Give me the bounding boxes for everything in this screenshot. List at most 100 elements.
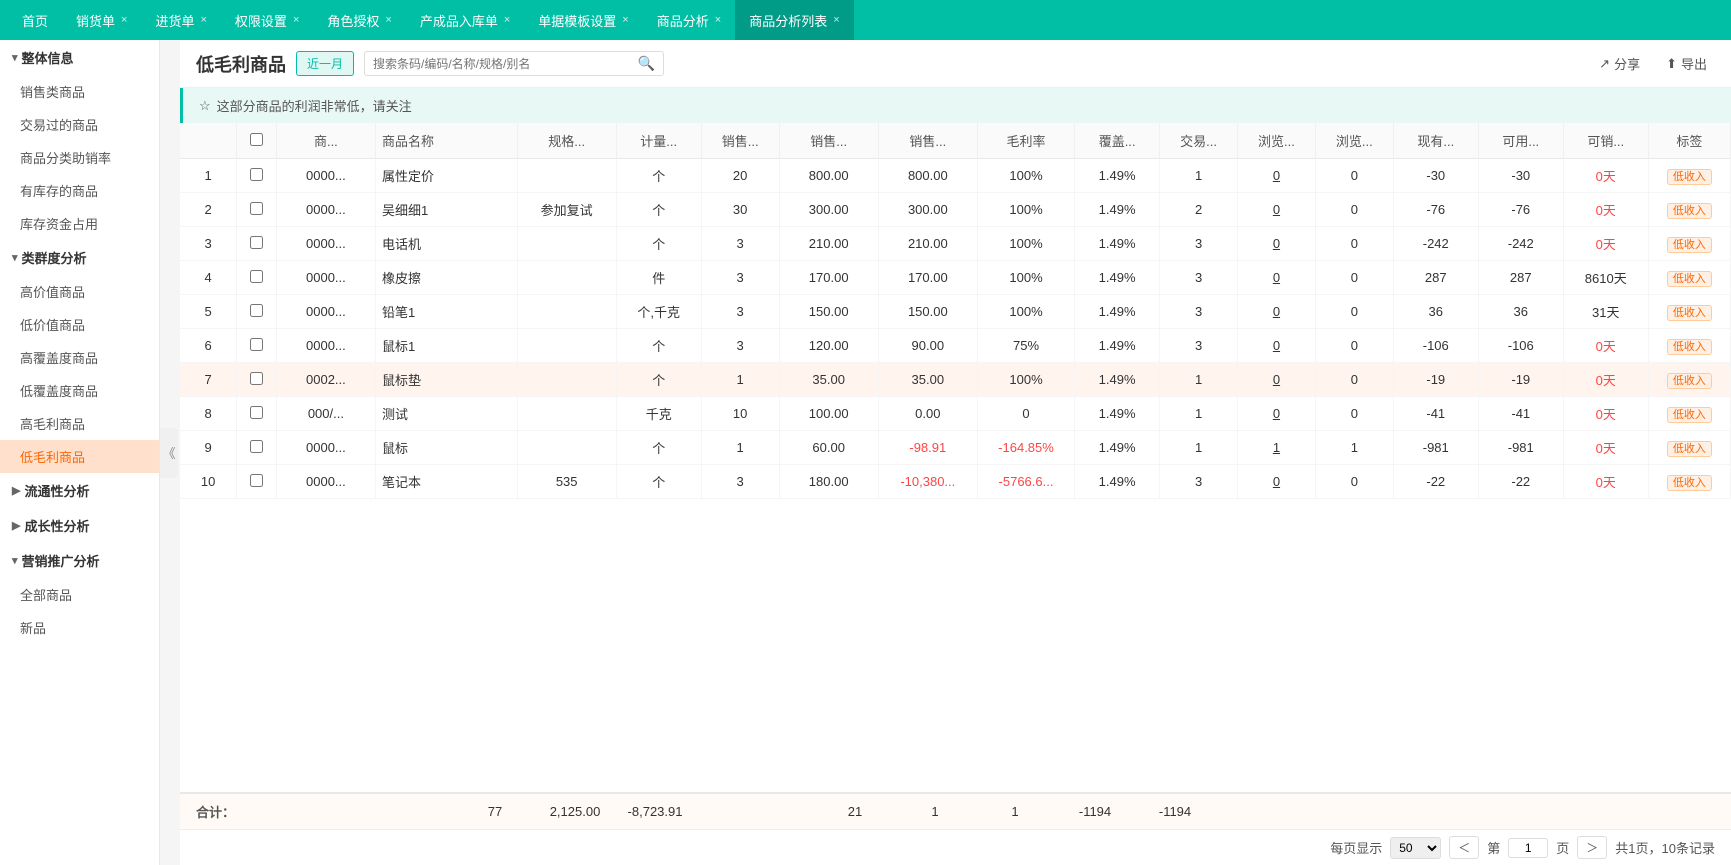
row-view1[interactable]: 0 bbox=[1238, 159, 1316, 193]
th-name[interactable]: 商品名称 bbox=[375, 123, 517, 159]
view1-link[interactable]: 0 bbox=[1273, 168, 1280, 183]
view1-link[interactable]: 0 bbox=[1273, 406, 1280, 421]
next-page-button[interactable]: ＞ bbox=[1577, 836, 1607, 859]
sidebar-item-inventory-capital[interactable]: 库存资金占用 bbox=[0, 207, 159, 240]
search-input[interactable] bbox=[373, 57, 638, 71]
row-view1[interactable]: 0 bbox=[1238, 261, 1316, 295]
sidebar-item-sales-products[interactable]: 销售类商品 bbox=[0, 75, 159, 108]
row-view1[interactable]: 1 bbox=[1238, 431, 1316, 465]
row-checkbox-cell[interactable] bbox=[237, 465, 277, 499]
th-sale-price[interactable]: 销售... bbox=[779, 123, 878, 159]
sidebar-item-all-products[interactable]: 全部商品 bbox=[0, 578, 159, 611]
th-view1[interactable]: 浏览... bbox=[1238, 123, 1316, 159]
row-view1[interactable]: 0 bbox=[1238, 329, 1316, 363]
row-checkbox-cell[interactable] bbox=[237, 193, 277, 227]
th-code[interactable]: 商... bbox=[276, 123, 375, 159]
row-checkbox[interactable] bbox=[250, 474, 263, 487]
row-checkbox[interactable] bbox=[250, 270, 263, 283]
view1-link[interactable]: 1 bbox=[1273, 440, 1280, 455]
prev-page-button[interactable]: ＜ bbox=[1449, 836, 1479, 859]
row-view1[interactable]: 0 bbox=[1238, 295, 1316, 329]
row-checkbox-cell[interactable] bbox=[237, 431, 277, 465]
sidebar-item-low-coverage[interactable]: 低覆盖度商品 bbox=[0, 374, 159, 407]
row-checkbox-cell[interactable] bbox=[237, 159, 277, 193]
view1-link[interactable]: 0 bbox=[1273, 236, 1280, 251]
close-icon[interactable]: × bbox=[121, 14, 127, 26]
th-cover-rate[interactable]: 覆盖... bbox=[1075, 123, 1160, 159]
th-trade-count[interactable]: 交易... bbox=[1160, 123, 1238, 159]
nav-home[interactable]: 首页 bbox=[8, 0, 62, 40]
th-spec[interactable]: 规格... bbox=[517, 123, 616, 159]
th-tag[interactable]: 标签 bbox=[1648, 123, 1730, 159]
row-checkbox-cell[interactable] bbox=[237, 397, 277, 431]
share-button[interactable]: ↗ 分享 bbox=[1591, 50, 1648, 77]
view1-link[interactable]: 0 bbox=[1273, 270, 1280, 285]
search-icon[interactable]: 🔍 bbox=[638, 55, 655, 72]
row-view1[interactable]: 0 bbox=[1238, 193, 1316, 227]
sidebar-item-new-products[interactable]: 新品 bbox=[0, 611, 159, 644]
row-checkbox[interactable] bbox=[250, 236, 263, 249]
close-icon[interactable]: × bbox=[293, 14, 299, 26]
view1-link[interactable]: 0 bbox=[1273, 304, 1280, 319]
row-checkbox[interactable] bbox=[250, 202, 263, 215]
select-all-checkbox[interactable] bbox=[250, 133, 263, 146]
th-sale-qty[interactable]: 销售... bbox=[701, 123, 779, 159]
sidebar-item-category-sales-rate[interactable]: 商品分类助销率 bbox=[0, 141, 159, 174]
page-number-input[interactable] bbox=[1508, 838, 1548, 858]
nav-permission[interactable]: 权限设置 × bbox=[221, 0, 313, 40]
view1-link[interactable]: 0 bbox=[1273, 474, 1280, 489]
th-sellable-days[interactable]: 可销... bbox=[1563, 123, 1648, 159]
close-icon[interactable]: × bbox=[622, 14, 628, 26]
per-page-select[interactable]: 50 100 200 bbox=[1390, 837, 1441, 859]
sidebar-group-cluster[interactable]: ▾ 类群度分析 bbox=[0, 240, 159, 275]
view1-link[interactable]: 0 bbox=[1273, 338, 1280, 353]
row-checkbox[interactable] bbox=[250, 372, 263, 385]
sidebar-group-growth[interactable]: ▶ 成长性分析 bbox=[0, 508, 159, 543]
close-icon[interactable]: × bbox=[504, 14, 510, 26]
row-checkbox[interactable] bbox=[250, 440, 263, 453]
row-checkbox-cell[interactable] bbox=[237, 261, 277, 295]
row-view1[interactable]: 0 bbox=[1238, 397, 1316, 431]
sidebar-item-low-margin[interactable]: 低毛利商品 bbox=[0, 440, 159, 473]
row-view1[interactable]: 0 bbox=[1238, 465, 1316, 499]
th-gross-rate[interactable]: 毛利率 bbox=[977, 123, 1074, 159]
sidebar-item-high-value[interactable]: 高价值商品 bbox=[0, 275, 159, 308]
nav-template-settings[interactable]: 单据模板设置 × bbox=[524, 0, 642, 40]
th-view2[interactable]: 浏览... bbox=[1315, 123, 1393, 159]
row-checkbox[interactable] bbox=[250, 304, 263, 317]
nav-product-analysis-list[interactable]: 商品分析列表 × bbox=[735, 0, 853, 40]
row-view1[interactable]: 0 bbox=[1238, 363, 1316, 397]
row-checkbox-cell[interactable] bbox=[237, 329, 277, 363]
sidebar-item-traded-products[interactable]: 交易过的商品 bbox=[0, 108, 159, 141]
nav-product-analysis[interactable]: 商品分析 × bbox=[643, 0, 735, 40]
sidebar-item-high-coverage[interactable]: 高覆盖度商品 bbox=[0, 341, 159, 374]
view1-link[interactable]: 0 bbox=[1273, 372, 1280, 387]
close-icon[interactable]: × bbox=[385, 14, 391, 26]
row-checkbox[interactable] bbox=[250, 168, 263, 181]
sidebar-item-high-margin[interactable]: 高毛利商品 bbox=[0, 407, 159, 440]
close-icon[interactable]: × bbox=[715, 14, 721, 26]
close-icon[interactable]: × bbox=[833, 14, 839, 26]
sidebar-group-circulation[interactable]: ▶ 流通性分析 bbox=[0, 473, 159, 508]
th-unit[interactable]: 计量... bbox=[616, 123, 701, 159]
th-available-stock[interactable]: 可用... bbox=[1478, 123, 1563, 159]
sidebar-group-overall[interactable]: ▾ 整体信息 bbox=[0, 40, 159, 75]
close-icon[interactable]: × bbox=[200, 14, 206, 26]
row-checkbox[interactable] bbox=[250, 406, 263, 419]
row-checkbox-cell[interactable] bbox=[237, 363, 277, 397]
sidebar-item-in-stock-products[interactable]: 有库存的商品 bbox=[0, 174, 159, 207]
th-sale-amt[interactable]: 销售... bbox=[878, 123, 977, 159]
th-current-stock[interactable]: 现有... bbox=[1393, 123, 1478, 159]
sidebar-collapse-button[interactable]: 《 bbox=[160, 428, 178, 478]
nav-product-inbound[interactable]: 产成品入库单 × bbox=[406, 0, 524, 40]
row-checkbox-cell[interactable] bbox=[237, 227, 277, 261]
row-view1[interactable]: 0 bbox=[1238, 227, 1316, 261]
view1-link[interactable]: 0 bbox=[1273, 202, 1280, 217]
sidebar-item-low-value[interactable]: 低价值商品 bbox=[0, 308, 159, 341]
nav-purchase-order[interactable]: 进货单 × bbox=[141, 0, 220, 40]
nav-sales-order[interactable]: 销货单 × bbox=[62, 0, 141, 40]
filter-period-button[interactable]: 近一月 bbox=[296, 51, 354, 76]
sidebar-group-marketing[interactable]: ▾ 营销推广分析 bbox=[0, 543, 159, 578]
row-checkbox-cell[interactable] bbox=[237, 295, 277, 329]
nav-role-auth[interactable]: 角色授权 × bbox=[313, 0, 405, 40]
